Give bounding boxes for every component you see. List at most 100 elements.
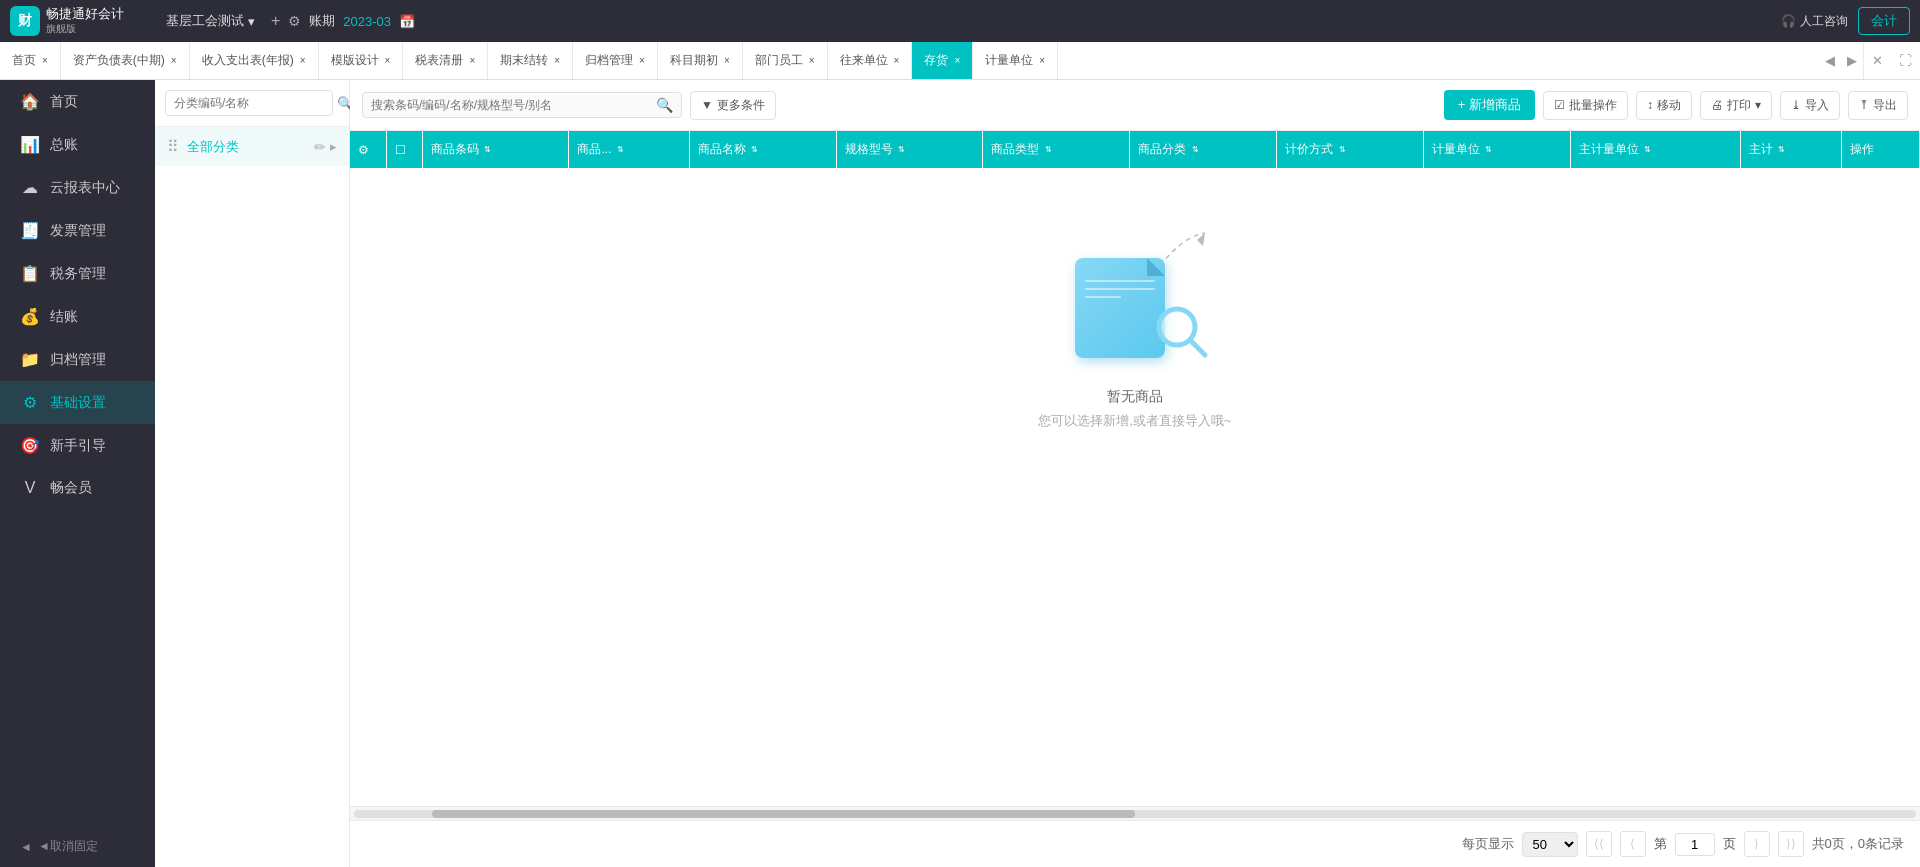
sidebar-label-首页: 首页	[50, 93, 78, 111]
last-page-btn[interactable]: ⟩⟩	[1778, 831, 1804, 857]
main-layout: 🏠 首页📊 总账☁ 云报表中心🧾 发票管理📋 税务管理💰 结账📁 归档管理⚙ 基…	[0, 80, 1920, 867]
per-page-label: 每页显示	[1462, 835, 1514, 853]
first-page-btn[interactable]: ⟨⟨	[1586, 831, 1612, 857]
category-edit-icon[interactable]: ✏	[314, 139, 326, 155]
sidebar-icon-税务管理: 📋	[20, 264, 40, 283]
dropdown-icon: ▾	[248, 14, 255, 29]
tab-税表清册[interactable]: 税表清册×	[403, 42, 488, 80]
logo-area: 财 畅捷通好会计 旗舰版	[10, 6, 150, 36]
tab-资产负债表(中期)[interactable]: 资产负债表(中期)×	[61, 42, 190, 80]
tab-往来单位[interactable]: 往来单位×	[828, 42, 913, 80]
tab-close-icon[interactable]: ×	[42, 55, 48, 66]
tab-close-icon[interactable]: ×	[954, 55, 960, 66]
tab-科目期初[interactable]: 科目期初×	[658, 42, 743, 80]
tab-next-btn[interactable]: ▶	[1841, 42, 1863, 80]
import-icon: ⤓	[1791, 98, 1801, 112]
th-price-method[interactable]: 计价方式 ⇅	[1277, 131, 1424, 168]
top-header: 财 畅捷通好会计 旗舰版 基层工会测试 ▾ + ⚙ 账期 2023-03 📅 🎧…	[0, 0, 1920, 42]
category-collapse-icon[interactable]: ▸	[330, 139, 337, 155]
account-button[interactable]: 会计	[1858, 7, 1910, 35]
tab-计量单位[interactable]: 计量单位×	[973, 42, 1058, 80]
tab-close-icon[interactable]: ×	[809, 55, 815, 66]
sidebar-item-新手引导[interactable]: 🎯 新手引导	[0, 424, 155, 467]
sidebar-icon-发票管理: 🧾	[20, 221, 40, 240]
th-name[interactable]: 商品名称 ⇅	[689, 131, 836, 168]
product-search-input[interactable]	[371, 98, 652, 112]
sidebar-label-归档管理: 归档管理	[50, 351, 106, 369]
sidebar-item-发票管理[interactable]: 🧾 发票管理	[0, 209, 155, 252]
prev-page-btn[interactable]: ⟨	[1620, 831, 1646, 857]
category-search-input[interactable]	[165, 90, 333, 116]
tab-归档管理[interactable]: 归档管理×	[573, 42, 658, 80]
tab-close-icon[interactable]: ×	[469, 55, 475, 66]
sidebar-icon-首页: 🏠	[20, 92, 40, 111]
import-btn[interactable]: ⤓ 导入	[1780, 91, 1840, 120]
sidebar-item-畅会员[interactable]: V 畅会员	[0, 467, 155, 509]
sidebar-item-基础设置[interactable]: ⚙ 基础设置	[0, 381, 155, 424]
add-product-btn[interactable]: + 新增商品	[1444, 90, 1535, 120]
more-filter-btn[interactable]: ▼ 更多条件	[690, 91, 776, 120]
th-settings[interactable]: ⚙	[350, 131, 386, 168]
tab-close-icon[interactable]: ×	[300, 55, 306, 66]
sidebar-item-云报表中心[interactable]: ☁ 云报表中心	[0, 166, 155, 209]
sidebar-item-总账[interactable]: 📊 总账	[0, 123, 155, 166]
export-btn[interactable]: ⤒ 导出	[1848, 91, 1908, 120]
unpin-sidebar-btn[interactable]: ◄ ◄取消固定	[0, 826, 155, 867]
company-selector[interactable]: 基层工会测试 ▾	[158, 8, 263, 34]
period-value[interactable]: 2023-03	[343, 14, 391, 29]
horizontal-scrollbar[interactable]	[350, 806, 1920, 820]
tab-close-icon[interactable]: ×	[1039, 55, 1045, 66]
tab-close-icon[interactable]: ×	[894, 55, 900, 66]
tab-首页[interactable]: 首页×	[0, 42, 61, 80]
sidebar-item-结账[interactable]: 💰 结账	[0, 295, 155, 338]
th-barcode[interactable]: 商品条码 ⇅	[422, 131, 569, 168]
next-page-btn[interactable]: ⟩	[1744, 831, 1770, 857]
table-wrapper: ⚙ ☐ 商品条码 ⇅ 商品... ⇅ 商品名称 ⇅ 规格型号 ⇅ 商品类型 ⇅ …	[350, 131, 1920, 806]
batch-operation-btn[interactable]: ☑ 批量操作	[1543, 91, 1628, 120]
drag-handle-icon: ⠿	[167, 137, 179, 156]
tab-close-icon[interactable]: ×	[639, 55, 645, 66]
logo-icon: 财	[10, 6, 40, 36]
search-icon: 🔍	[656, 97, 673, 113]
headset-icon: 🎧	[1781, 14, 1796, 28]
th-code[interactable]: 商品... ⇅	[569, 131, 689, 168]
th-action: 操作	[1842, 131, 1920, 168]
tab-close-icon[interactable]: ×	[171, 55, 177, 66]
sidebar-item-归档管理[interactable]: 📁 归档管理	[0, 338, 155, 381]
tab-prev-btn[interactable]: ◀	[1819, 42, 1841, 80]
tab-bar: 首页×资产负债表(中期)×收入支出表(年报)×模版设计×税表清册×期末结转×归档…	[0, 42, 1920, 80]
tab-收入支出表(年报)[interactable]: 收入支出表(年报)×	[190, 42, 319, 80]
tab-close-icon[interactable]: ×	[724, 55, 730, 66]
calendar-icon[interactable]: 📅	[399, 14, 415, 29]
tab-close-icon[interactable]: ×	[554, 55, 560, 66]
move-btn[interactable]: ↕ 移动	[1636, 91, 1692, 120]
th-main-unit[interactable]: 主计量单位 ⇅	[1571, 131, 1741, 168]
th-type[interactable]: 商品类型 ⇅	[983, 131, 1130, 168]
all-category-item[interactable]: ⠿ 全部分类 ✏ ▸	[155, 127, 349, 166]
settings-icon[interactable]: ⚙	[288, 13, 301, 29]
add-tab-btn[interactable]: +	[271, 12, 280, 30]
print-btn[interactable]: 🖨 打印 ▾	[1700, 91, 1772, 120]
th-spec[interactable]: 规格型号 ⇅	[836, 131, 983, 168]
th-category[interactable]: 商品分类 ⇅	[1130, 131, 1277, 168]
company-name: 基层工会测试	[166, 12, 244, 30]
tab-close-all[interactable]: ✕	[1863, 42, 1891, 80]
header-actions: 🎧 人工咨询 会计	[1781, 7, 1910, 35]
tab-close-icon[interactable]: ×	[385, 55, 391, 66]
tab-expand[interactable]: ⛶	[1891, 42, 1920, 80]
page-input[interactable]	[1675, 833, 1715, 856]
sidebar-item-首页[interactable]: 🏠 首页	[0, 80, 155, 123]
product-table: ⚙ ☐ 商品条码 ⇅ 商品... ⇅ 商品名称 ⇅ 规格型号 ⇅ 商品类型 ⇅ …	[350, 131, 1920, 490]
tab-期末结转[interactable]: 期末结转×	[488, 42, 573, 80]
left-search-area: 🔍	[155, 80, 349, 127]
sidebar-icon-畅会员: V	[20, 479, 40, 497]
human-service-btn[interactable]: 🎧 人工咨询	[1781, 13, 1848, 30]
tab-存货[interactable]: 存货×	[912, 42, 973, 80]
per-page-select[interactable]: 50 100 200	[1522, 832, 1578, 857]
tab-部门员工[interactable]: 部门员工×	[743, 42, 828, 80]
tab-模版设计[interactable]: 模版设计×	[319, 42, 404, 80]
th-unit[interactable]: 计量单位 ⇅	[1424, 131, 1571, 168]
th-main[interactable]: 主计 ⇅	[1740, 131, 1841, 168]
th-checkbox[interactable]: ☐	[386, 131, 422, 168]
sidebar-item-税务管理[interactable]: 📋 税务管理	[0, 252, 155, 295]
